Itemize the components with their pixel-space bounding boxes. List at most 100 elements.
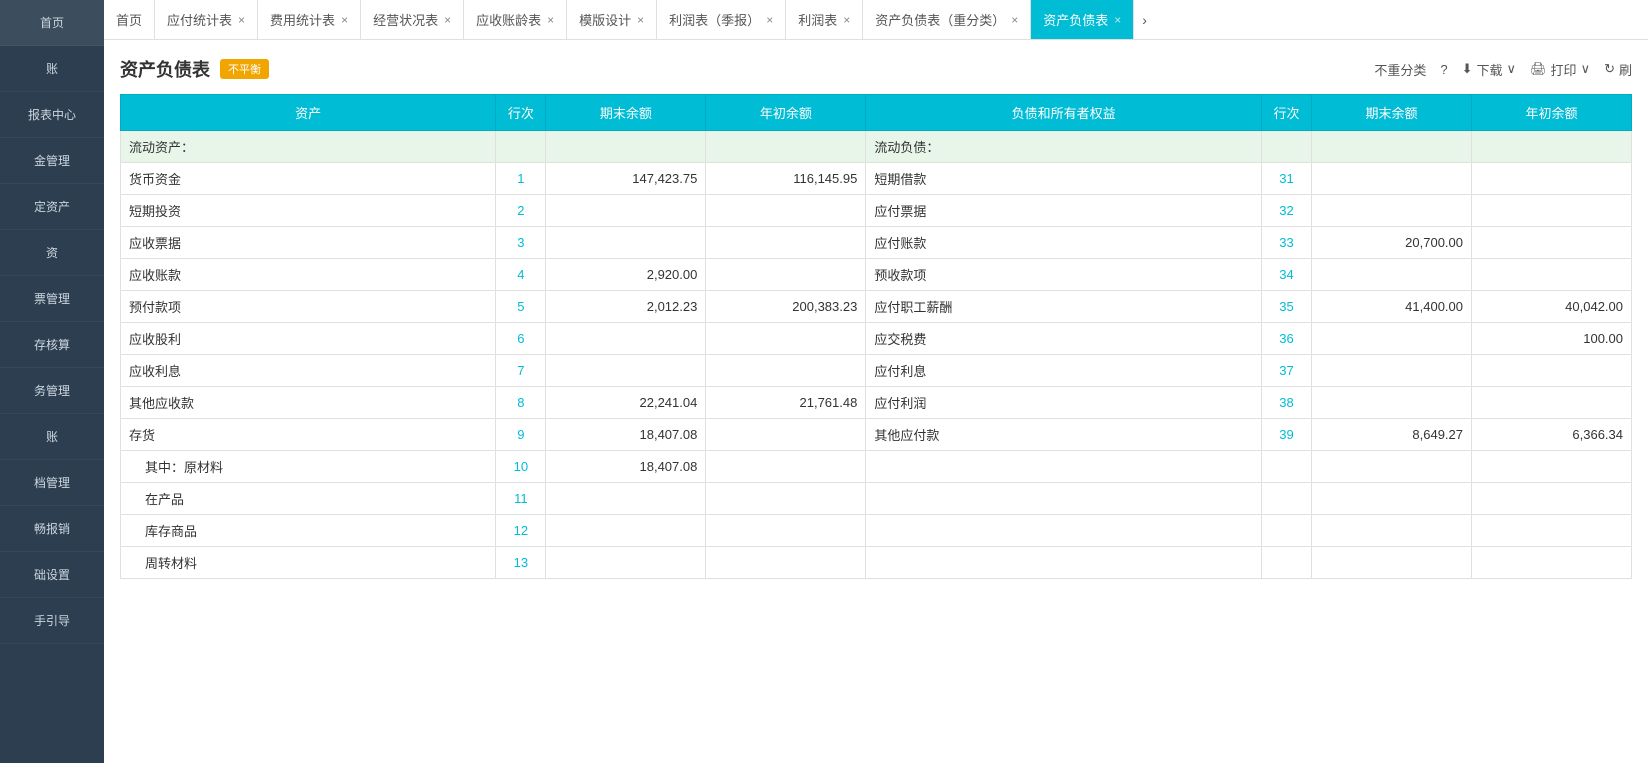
right-label: 应付利息: [866, 355, 1262, 387]
download-button[interactable]: ⬇ 下载 ∨: [1462, 60, 1516, 79]
print-button[interactable]: 🖨 打印 ∨: [1530, 60, 1590, 79]
right-label: 应付账款: [866, 227, 1262, 259]
col-header-period-end2: 期末余额: [1312, 95, 1472, 131]
left-period-end: 22,241.04: [546, 387, 706, 419]
content-area: 资产负债表 不平衡 不重分类 ? ⬇ 下载 ∨ 🖨 打印 ∨ ↻ 刷: [104, 40, 1648, 763]
sidebar-item-home[interactable]: 首页: [0, 0, 104, 46]
tab-bs[interactable]: 资产负债表 ×: [1031, 0, 1134, 40]
table-section-row: 流动资产： 流动负债：: [121, 131, 1632, 163]
table-row[interactable]: 库存商品 12: [121, 515, 1632, 547]
sidebar-item-archive[interactable]: 档管理: [0, 460, 104, 506]
close-tab-bs[interactable]: ×: [1114, 13, 1121, 27]
col-header-row-num2: 行次: [1262, 95, 1312, 131]
sidebar-item-fund-mgmt[interactable]: 金管理: [0, 138, 104, 184]
left-row-num: 5: [496, 291, 546, 323]
main-area: 首页 应付统计表 × 费用统计表 × 经营状况表 × 应收账龄表 × 模版设计 …: [104, 0, 1648, 763]
right-row-num: 31: [1262, 163, 1312, 195]
status-badge: 不平衡: [220, 59, 269, 79]
table-row[interactable]: 短期投资 2 应付票据 32: [121, 195, 1632, 227]
report-table: 资产 行次 期末余额 年初余额 负债和所有者权益 行次 期末余额 年初余额 流动…: [120, 94, 1632, 579]
tab-ap-stat[interactable]: 应付统计表 ×: [155, 0, 258, 40]
left-label: 应收票据: [121, 227, 496, 259]
tab-home[interactable]: 首页: [104, 0, 155, 40]
right-period-end: [1312, 355, 1472, 387]
tab-bs-reclass[interactable]: 资产负债表（重分类） ×: [863, 0, 1031, 40]
sidebar-item-business-mgmt[interactable]: 务管理: [0, 368, 104, 414]
page-title: 资产负债表: [120, 56, 210, 82]
sidebar-item-basic-settings[interactable]: 础设置: [0, 552, 104, 598]
table-row[interactable]: 预付款项 5 2,012.23 200,383.23 应付职工薪酬 35 41,…: [121, 291, 1632, 323]
sidebar-item-expense[interactable]: 畅报销: [0, 506, 104, 552]
left-period-end: [546, 547, 706, 579]
close-tab-bs-reclass[interactable]: ×: [1011, 13, 1018, 27]
table-row[interactable]: 应收股利 6 应交税费 36 100.00: [121, 323, 1632, 355]
right-row-num: 38: [1262, 387, 1312, 419]
tab-ar-aging[interactable]: 应收账龄表 ×: [464, 0, 567, 40]
refresh-button[interactable]: ↻ 刷: [1604, 60, 1632, 79]
left-year-start: [706, 483, 866, 515]
table-row[interactable]: 存货 9 18,407.08 其他应付款 39 8,649.27 6,366.3…: [121, 419, 1632, 451]
sidebar-item-inventory[interactable]: 存核算: [0, 322, 104, 368]
tab-profit-q[interactable]: 利润表（季报） ×: [657, 0, 786, 40]
tab-expense-stat[interactable]: 费用统计表 ×: [258, 0, 361, 40]
sidebar-item-fixed-assets[interactable]: 定资产: [0, 184, 104, 230]
sidebar-item-investment[interactable]: 资: [0, 230, 104, 276]
right-period-end: [1312, 323, 1472, 355]
table-row[interactable]: 应收利息 7 应付利息 37: [121, 355, 1632, 387]
sidebar-item-report-center[interactable]: 报表中心: [0, 92, 104, 138]
table-row[interactable]: 应收票据 3 应付账款 33 20,700.00: [121, 227, 1632, 259]
tab-scroll-right[interactable]: ›: [1134, 12, 1155, 28]
left-row-num: 1: [496, 163, 546, 195]
sidebar-item-ticket-mgmt[interactable]: 票管理: [0, 276, 104, 322]
close-tab-ap-stat[interactable]: ×: [238, 13, 245, 27]
right-label: [866, 451, 1262, 483]
left-label: 其中：原材料: [121, 451, 496, 483]
help-button[interactable]: ?: [1440, 62, 1447, 77]
print-chevron-icon: ∨: [1581, 61, 1591, 77]
left-year-start: [706, 227, 866, 259]
left-label: 应收账款: [121, 259, 496, 291]
tab-template[interactable]: 模版设计 ×: [567, 0, 657, 40]
sidebar-item-account[interactable]: 账: [0, 46, 104, 92]
right-year-start: [1472, 547, 1632, 579]
section-left-label: 流动资产：: [121, 131, 496, 163]
table-row[interactable]: 周转材料 13: [121, 547, 1632, 579]
left-year-start: [706, 451, 866, 483]
right-period-end: 8,649.27: [1312, 419, 1472, 451]
right-year-start: [1472, 451, 1632, 483]
table-row[interactable]: 应收账款 4 2,920.00 预收款项 34: [121, 259, 1632, 291]
close-tab-expense-stat[interactable]: ×: [341, 13, 348, 27]
close-tab-ar-aging[interactable]: ×: [547, 13, 554, 27]
right-year-start: [1472, 355, 1632, 387]
col-header-period-end: 期末余额: [546, 95, 706, 131]
right-year-start: [1472, 387, 1632, 419]
sidebar-item-ledger[interactable]: 账: [0, 414, 104, 460]
left-row-num: 6: [496, 323, 546, 355]
sidebar: 首页 账 报表中心 金管理 定资产 资 票管理 存核算 务管理 账 档管理 畅报…: [0, 0, 104, 763]
left-row-num: 12: [496, 515, 546, 547]
left-label: 周转材料: [121, 547, 496, 579]
tab-biz-stat[interactable]: 经营状况表 ×: [361, 0, 464, 40]
tab-profit[interactable]: 利润表 ×: [786, 0, 863, 40]
right-period-end: [1312, 259, 1472, 291]
close-tab-profit[interactable]: ×: [843, 13, 850, 27]
table-row[interactable]: 在产品 11: [121, 483, 1632, 515]
right-year-start: 6,366.34: [1472, 419, 1632, 451]
right-year-start: [1472, 483, 1632, 515]
page-header: 资产负债表 不平衡 不重分类 ? ⬇ 下载 ∨ 🖨 打印 ∨ ↻ 刷: [120, 56, 1632, 82]
close-tab-profit-q[interactable]: ×: [766, 13, 773, 27]
sidebar-item-guide[interactable]: 手引导: [0, 598, 104, 644]
right-period-end: [1312, 195, 1472, 227]
right-row-num: [1262, 451, 1312, 483]
close-tab-template[interactable]: ×: [637, 13, 644, 27]
right-period-end: [1312, 387, 1472, 419]
right-label: [866, 515, 1262, 547]
table-row[interactable]: 其他应收款 8 22,241.04 21,761.48 应付利润 38: [121, 387, 1632, 419]
left-label: 应收利息: [121, 355, 496, 387]
close-tab-biz-stat[interactable]: ×: [444, 13, 451, 27]
table-row[interactable]: 其中：原材料 10 18,407.08: [121, 451, 1632, 483]
right-period-end: [1312, 547, 1472, 579]
right-year-start: [1472, 259, 1632, 291]
col-header-asset: 资产: [121, 95, 496, 131]
table-row[interactable]: 货币资金 1 147,423.75 116,145.95 短期借款 31: [121, 163, 1632, 195]
